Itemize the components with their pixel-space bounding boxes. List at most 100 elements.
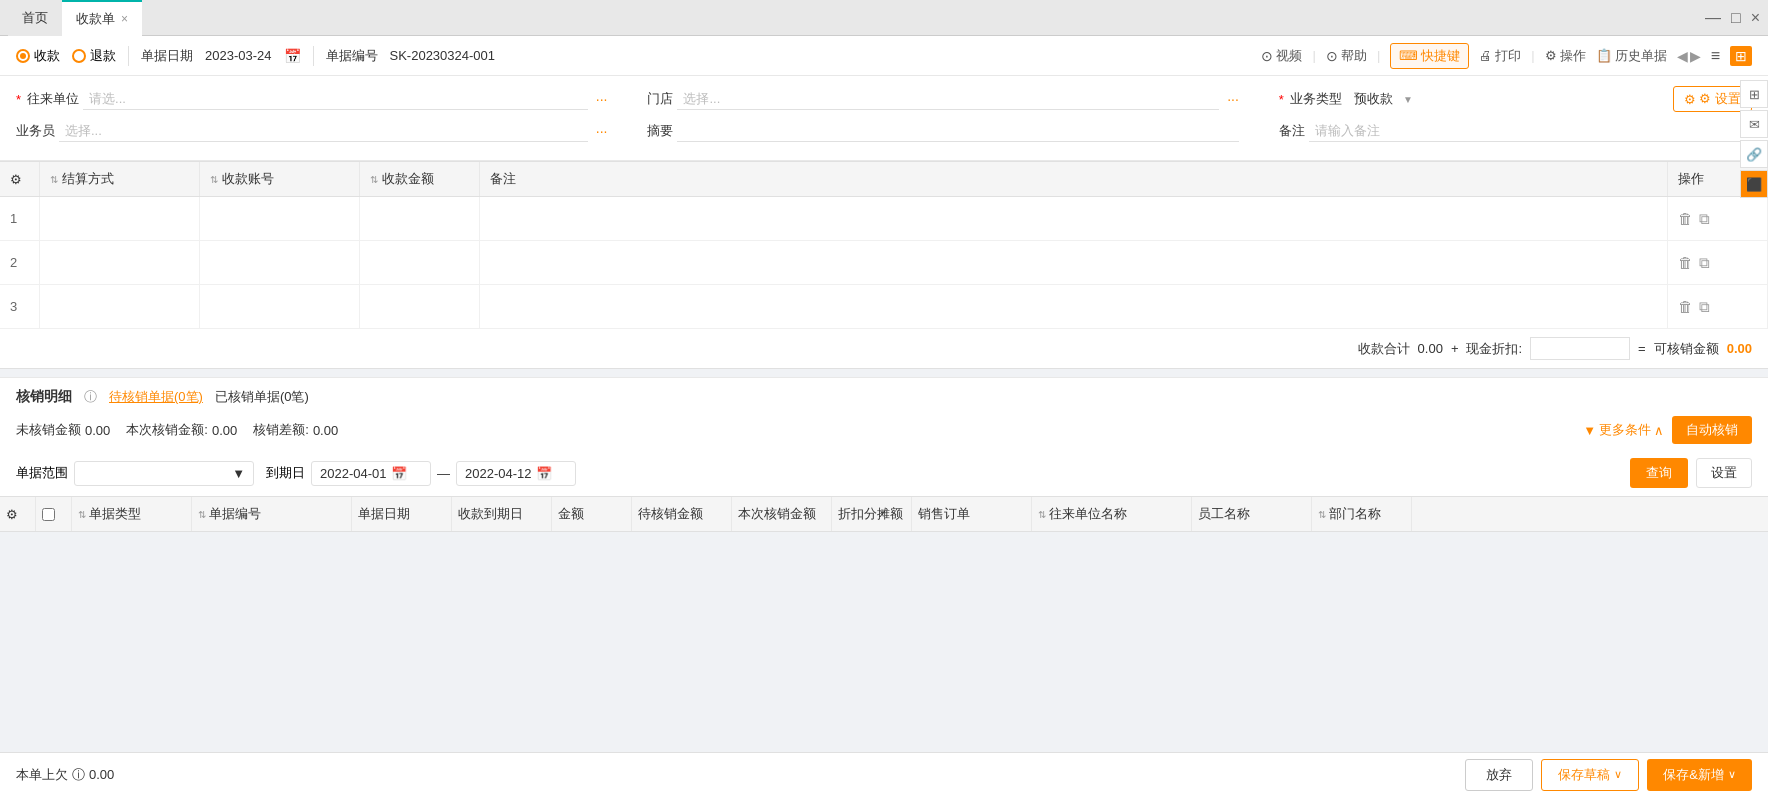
filter-settings-btn[interactable]: 设置 [1696,458,1752,488]
print-btn[interactable]: 🖨 打印 [1479,47,1521,65]
filter-icon: ▼ [1583,423,1596,438]
biz-type-chevron[interactable]: ▼ [1403,94,1413,105]
nav-next-btn[interactable]: ▶ [1690,48,1701,64]
video-label: 视频 [1276,47,1302,65]
query-btn[interactable]: 查询 [1630,458,1688,488]
diff-value: 0.00 [313,423,338,438]
th-amount: ⇅ 收款金额 [360,162,480,196]
radio-refund-dot [72,49,86,63]
date-to-value: 2022-04-12 [465,466,532,481]
sidebar-table-icon[interactable]: ⊞ [1740,80,1768,108]
row2-copy-btn[interactable]: ⧉ [1699,254,1710,272]
date-from-input[interactable]: 2022-04-01 📅 [311,461,431,486]
sidebar-active-icon[interactable]: ⬛ [1740,170,1768,198]
operation-label: 操作 [1560,47,1586,65]
list-view-btn[interactable]: ≡ [1711,47,1720,65]
nav-prev-btn[interactable]: ◀ [1677,48,1688,64]
select-all-checkbox[interactable] [42,508,55,521]
row3-remark[interactable] [480,285,1668,328]
bottom-info-value: 0.00 [89,767,114,782]
date-to-input[interactable]: 2022-04-12 📅 [456,461,576,486]
row2-delete-btn[interactable]: 🗑 [1678,254,1693,271]
lth-pending-label: 待核销金额 [638,505,703,523]
customer-input[interactable] [83,88,588,110]
help-btn[interactable]: ⊙ 帮助 [1326,47,1367,65]
lth-current-label: 本次核销金额 [738,505,816,523]
save-draft-btn[interactable]: 保存草稿 ∨ [1541,759,1639,791]
shortcut-btn[interactable]: ⌨ 快捷键 [1390,43,1469,69]
note-input[interactable] [1309,120,1752,142]
lth-due-date: 收款到期日 [452,497,552,531]
tab-home[interactable]: 首页 [8,0,62,36]
window-minimize-btn[interactable]: — [1705,9,1721,27]
abandon-btn[interactable]: 放弃 [1465,759,1533,791]
window-close-btn[interactable]: × [1751,9,1760,27]
row1-copy-btn[interactable]: ⧉ [1699,210,1710,228]
row3-amount[interactable] [360,285,480,328]
lth-checkbox[interactable] [36,497,72,531]
date-value: 2023-03-24 [205,48,272,63]
customer-label: 往来单位 [27,90,79,108]
date-picker-icon[interactable]: 📅 [284,48,301,64]
auto-recon-btn[interactable]: 自动核销 [1672,416,1752,444]
reconciliation-section: 核销明细 ⓘ 待核销单据(0笔) 已核销单据(0笔) 未核销金额 0.00 本次… [0,377,1768,532]
store-more-icon[interactable]: ··· [1227,91,1239,107]
grid-view-btn[interactable]: ⊞ [1730,46,1752,66]
row2-num: 2 [0,241,40,284]
calendar-to-icon[interactable]: 📅 [536,466,552,481]
save-new-btn[interactable]: 保存&新增 ∨ [1647,759,1752,791]
staff-input[interactable] [59,120,588,142]
tab-close-icon[interactable]: × [121,12,128,26]
range-label: 单据范围 [16,464,68,482]
row1-remark[interactable] [480,197,1668,240]
remark-input[interactable] [677,120,1238,142]
recon-stats: 未核销金额 0.00 本次核销金额: 0.00 核销差额: 0.00 ▼ 更多条… [0,412,1768,452]
staff-more-icon[interactable]: ··· [596,123,608,139]
lth-settings[interactable]: ⚙ [0,497,36,531]
sidebar-mail-icon[interactable]: ✉ [1740,110,1768,138]
window-maximize-btn[interactable]: □ [1731,9,1741,27]
shortcut-label: 快捷键 [1421,47,1460,65]
divider-2 [313,46,314,66]
row3-account[interactable] [200,285,360,328]
row2-payment[interactable] [40,241,200,284]
current-stat: 本次核销金额: 0.00 [126,421,237,439]
recon-tab-done[interactable]: 已核销单据(0笔) [215,388,309,406]
video-icon: ⊙ [1261,48,1273,64]
history-btn[interactable]: 📋 历史单据 [1596,47,1667,65]
discount-input[interactable] [1530,337,1630,360]
video-btn[interactable]: ⊙ 视频 [1261,47,1302,65]
recon-tab-pending[interactable]: 待核销单据(0笔) [109,388,203,406]
print-icon: 🖨 [1479,48,1492,63]
more-conditions-btn[interactable]: ▼ 更多条件 ∧ [1583,421,1664,439]
bottom-info-icon[interactable]: ⓘ [72,766,85,784]
tab-active[interactable]: 收款单 × [62,0,142,36]
calendar-from-icon[interactable]: 📅 [391,466,407,481]
bottom-info-label: 本单上欠 [16,766,68,784]
row1-delete-btn[interactable]: 🗑 [1678,210,1693,227]
th-settings[interactable]: ⚙ [0,162,40,196]
recon-info-icon[interactable]: ⓘ [84,388,97,406]
radio-refund[interactable]: 退款 [72,47,116,65]
th-payment-method: ⇅ 结算方式 [40,162,200,196]
row2-account[interactable] [200,241,360,284]
biz-type-field: * 业务类型 预收款 ▼ ⚙ ⚙ 设置 [1279,86,1752,112]
sidebar-link-icon[interactable]: 🔗 [1740,140,1768,168]
row3-copy-btn[interactable]: ⧉ [1699,298,1710,316]
row3-payment[interactable] [40,285,200,328]
row2-remark[interactable] [480,241,1668,284]
customer-more-icon[interactable]: ··· [596,91,608,107]
row1-payment[interactable] [40,197,200,240]
operation-btn[interactable]: ⚙ 操作 [1545,47,1586,65]
store-input[interactable] [677,88,1219,110]
row3-delete-btn[interactable]: 🗑 [1678,298,1693,315]
radio-receive[interactable]: 收款 [16,47,60,65]
row1-account[interactable] [200,197,360,240]
store-field: 门店 ··· [647,88,1238,110]
row1-amount[interactable] [360,197,480,240]
plus-sign: + [1451,341,1459,356]
range-select[interactable]: ▼ [74,461,254,486]
net-value: 0.00 [1727,341,1752,356]
lth-current: 本次核销金额 [732,497,832,531]
row2-amount[interactable] [360,241,480,284]
